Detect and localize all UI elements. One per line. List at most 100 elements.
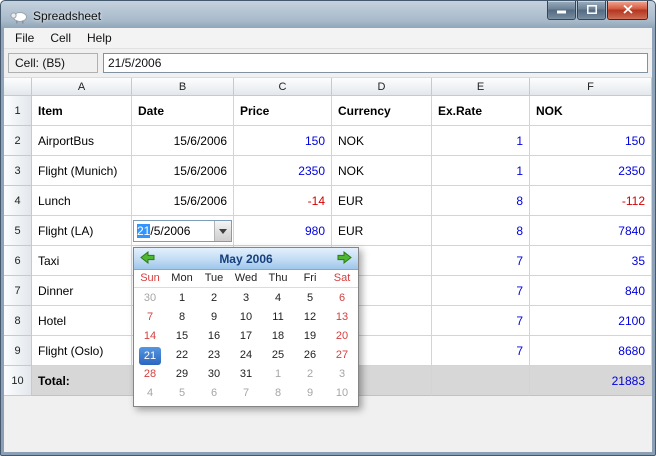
calendar-day-9[interactable]: 9 [198, 308, 230, 327]
calendar-day-25[interactable]: 25 [262, 346, 294, 365]
calendar-day-21-selected[interactable]: 21 [139, 347, 161, 365]
calendar-day-5[interactable]: 5 [166, 384, 198, 403]
row-header-5[interactable]: 5 [4, 216, 32, 246]
cell-A9[interactable]: Flight (Oslo) [32, 336, 132, 366]
cell-F4[interactable]: -112 [530, 186, 652, 216]
calendar-day-16[interactable]: 16 [198, 327, 230, 346]
cell-C4[interactable]: -14 [234, 186, 332, 216]
cell-E4[interactable]: 8 [432, 186, 530, 216]
cell-C1[interactable]: Price [234, 96, 332, 126]
calendar-day-27[interactable]: 27 [326, 346, 358, 365]
calendar-day-17[interactable]: 17 [230, 327, 262, 346]
cell-A10[interactable]: Total: [32, 366, 132, 396]
calendar-day-19[interactable]: 19 [294, 327, 326, 346]
cell-F1[interactable]: NOK [530, 96, 652, 126]
cell-E10[interactable] [432, 366, 530, 396]
row-header-10[interactable]: 10 [4, 366, 32, 396]
cell-F8[interactable]: 2100 [530, 306, 652, 336]
cell-F7[interactable]: 840 [530, 276, 652, 306]
column-header-e[interactable]: E [432, 78, 530, 96]
cell-D1[interactable]: Currency [332, 96, 432, 126]
column-header-b[interactable]: B [132, 78, 234, 96]
menu-cell[interactable]: Cell [42, 29, 79, 47]
calendar-day-1[interactable]: 1 [166, 289, 198, 308]
cell-C5[interactable]: 980 [234, 216, 332, 246]
cell-B1[interactable]: Date [132, 96, 234, 126]
calendar-day-5[interactable]: 5 [294, 289, 326, 308]
calendar-day-3[interactable]: 3 [326, 365, 358, 384]
cell-A7[interactable]: Dinner [32, 276, 132, 306]
cell-E7[interactable]: 7 [432, 276, 530, 306]
row-header-4[interactable]: 4 [4, 186, 32, 216]
calendar-day-31[interactable]: 31 [230, 365, 262, 384]
cell-B3[interactable]: 15/6/2006 [132, 156, 234, 186]
previous-month-button[interactable] [134, 250, 160, 267]
row-header-6[interactable]: 6 [4, 246, 32, 276]
calendar-day-30[interactable]: 30 [198, 365, 230, 384]
cell-F3[interactable]: 2350 [530, 156, 652, 186]
calendar-day-11[interactable]: 11 [262, 308, 294, 327]
calendar-day-8[interactable]: 8 [166, 308, 198, 327]
cell-D5[interactable]: EUR [332, 216, 432, 246]
column-header-c[interactable]: C [234, 78, 332, 96]
row-header-8[interactable]: 8 [4, 306, 32, 336]
cell-F10[interactable]: 21883 [530, 366, 652, 396]
row-header-9[interactable]: 9 [4, 336, 32, 366]
cell-F9[interactable]: 8680 [530, 336, 652, 366]
column-header-d[interactable]: D [332, 78, 432, 96]
cell-A8[interactable]: Hotel [32, 306, 132, 336]
calendar-day-20[interactable]: 20 [326, 327, 358, 346]
calendar-day-18[interactable]: 18 [262, 327, 294, 346]
calendar-day-10[interactable]: 10 [326, 384, 358, 403]
calendar-day-7[interactable]: 7 [230, 384, 262, 403]
calendar-day-2[interactable]: 2 [198, 289, 230, 308]
row-header-7[interactable]: 7 [4, 276, 32, 306]
titlebar[interactable]: Spreadsheet [4, 1, 652, 28]
calendar-day-1[interactable]: 1 [262, 365, 294, 384]
cell-A5[interactable]: Flight (LA) [32, 216, 132, 246]
minimize-button[interactable] [547, 1, 576, 20]
cell-F2[interactable]: 150 [530, 126, 652, 156]
calendar-day-6[interactable]: 6 [326, 289, 358, 308]
date-editor[interactable]: 21/5/2006 [133, 219, 232, 242]
chevron-down-icon[interactable] [214, 220, 231, 241]
cell-B4[interactable]: 15/6/2006 [132, 186, 234, 216]
cell-E8[interactable]: 7 [432, 306, 530, 336]
calendar-day-26[interactable]: 26 [294, 346, 326, 365]
cell-A4[interactable]: Lunch [32, 186, 132, 216]
cell-E2[interactable]: 1 [432, 126, 530, 156]
calendar-day-3[interactable]: 3 [230, 289, 262, 308]
cell-B2[interactable]: 15/6/2006 [132, 126, 234, 156]
calendar-day-9[interactable]: 9 [294, 384, 326, 403]
calendar-day-23[interactable]: 23 [198, 346, 230, 365]
cell-E3[interactable]: 1 [432, 156, 530, 186]
cell-A6[interactable]: Taxi [32, 246, 132, 276]
menu-file[interactable]: File [7, 29, 42, 47]
calendar-day-28[interactable]: 28 [134, 365, 166, 384]
column-header-f[interactable]: F [530, 78, 652, 96]
next-month-button[interactable] [332, 250, 358, 267]
cell-A3[interactable]: Flight (Munich) [32, 156, 132, 186]
cell-A1[interactable]: Item [32, 96, 132, 126]
row-header-1[interactable]: 1 [4, 96, 32, 126]
calendar-day-2[interactable]: 2 [294, 365, 326, 384]
maximize-button[interactable] [577, 1, 606, 20]
close-button[interactable] [607, 1, 648, 20]
calendar-day-24[interactable]: 24 [230, 346, 262, 365]
calendar-day-8[interactable]: 8 [262, 384, 294, 403]
column-header-a[interactable]: A [32, 78, 132, 96]
menu-help[interactable]: Help [79, 29, 120, 47]
cell-A2[interactable]: AirportBus [32, 126, 132, 156]
cell-D3[interactable]: NOK [332, 156, 432, 186]
calendar-day-29[interactable]: 29 [166, 365, 198, 384]
calendar-day-13[interactable]: 13 [326, 308, 358, 327]
cell-D2[interactable]: NOK [332, 126, 432, 156]
row-header-3[interactable]: 3 [4, 156, 32, 186]
calendar-day-15[interactable]: 15 [166, 327, 198, 346]
cell-E9[interactable]: 7 [432, 336, 530, 366]
calendar-day-22[interactable]: 22 [166, 346, 198, 365]
calendar-day-4[interactable]: 4 [134, 384, 166, 403]
calendar-day-12[interactable]: 12 [294, 308, 326, 327]
cell-C2[interactable]: 150 [234, 126, 332, 156]
calendar-day-6[interactable]: 6 [198, 384, 230, 403]
